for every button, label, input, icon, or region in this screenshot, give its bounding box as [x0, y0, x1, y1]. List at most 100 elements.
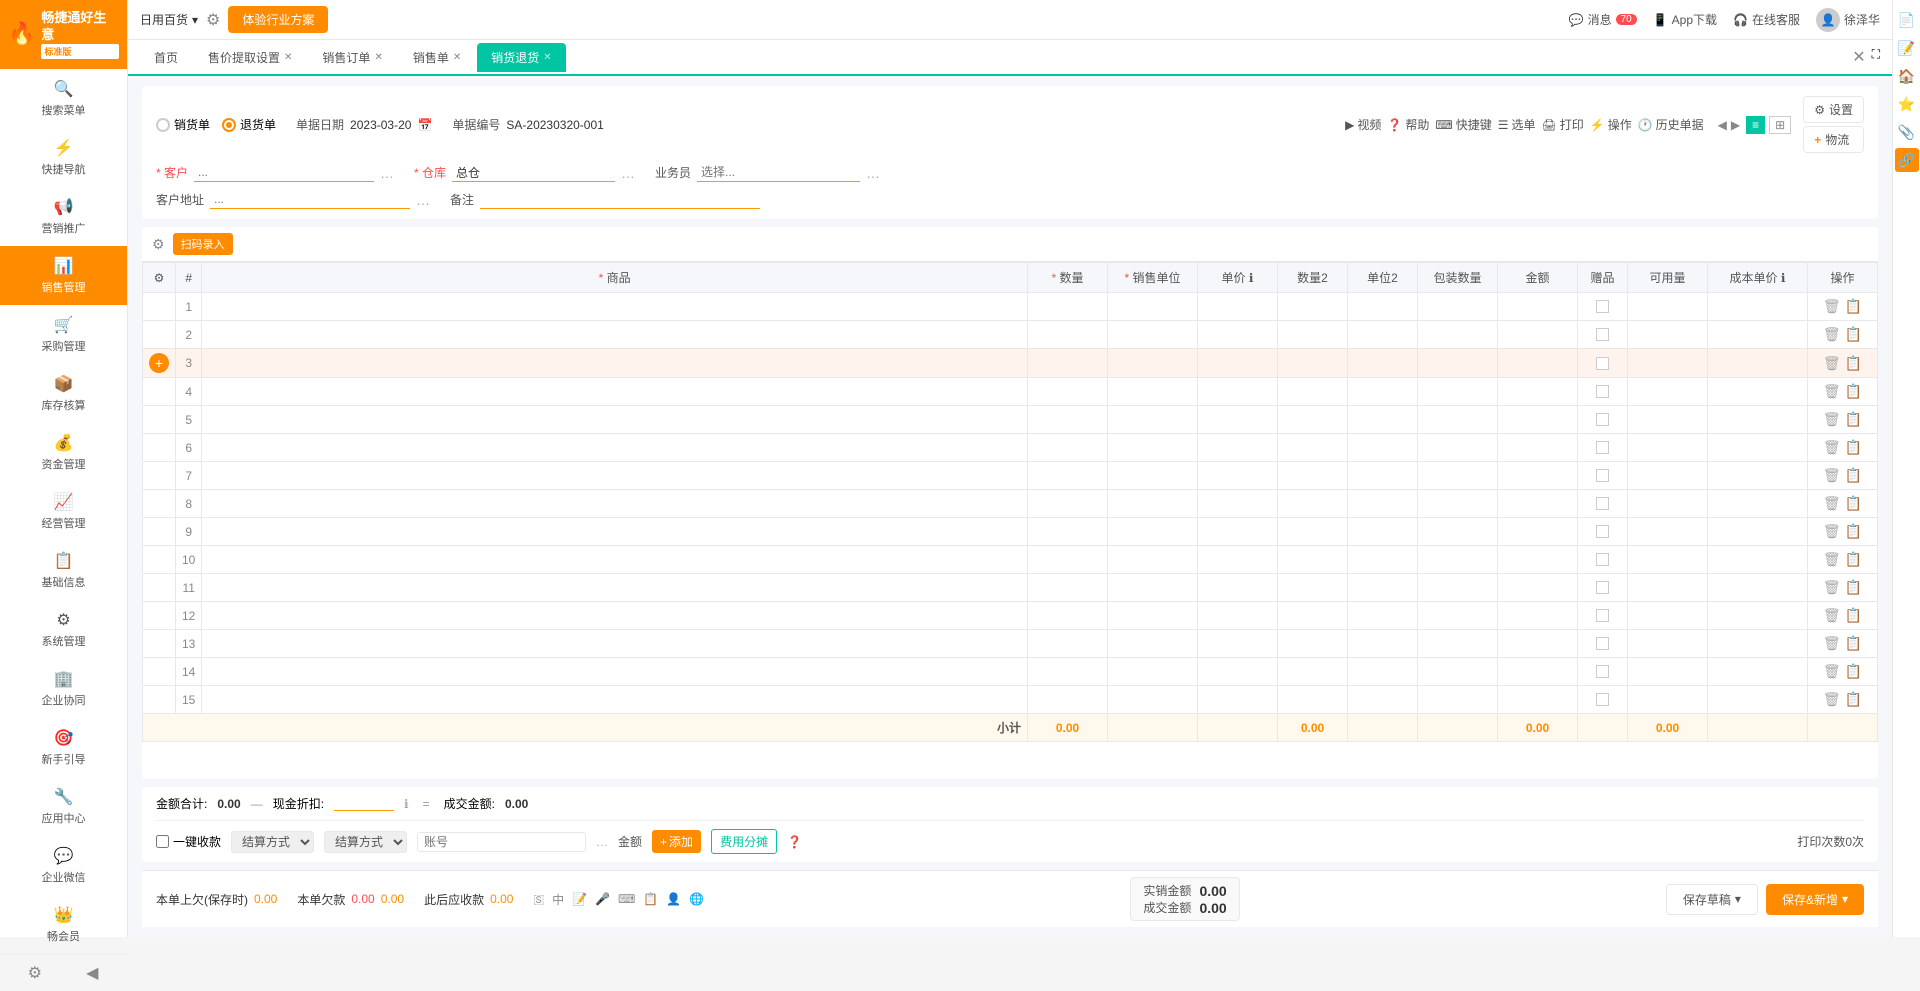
cell-qty2-3[interactable]: [1278, 349, 1348, 378]
row-copy-6[interactable]: 📋: [1845, 439, 1862, 456]
warehouse-input[interactable]: [452, 163, 615, 182]
gift-cb-14[interactable]: [1596, 665, 1609, 678]
cell-gift-14[interactable]: [1578, 658, 1628, 686]
cell-costprice-9[interactable]: [1708, 518, 1808, 546]
cell-available-2[interactable]: [1628, 321, 1708, 349]
row-copy-7[interactable]: 📋: [1845, 467, 1862, 484]
cell-gift-10[interactable]: [1578, 546, 1628, 574]
calendar-icon[interactable]: 📅: [417, 118, 432, 132]
cell-unit2-12[interactable]: [1348, 602, 1418, 630]
rp-doc-icon[interactable]: 📄: [1895, 8, 1919, 32]
sidebar-item-apps[interactable]: 🔧 应用中心: [0, 777, 127, 836]
topbar-settings-icon[interactable]: ⚙: [206, 10, 220, 30]
cell-available-7[interactable]: [1628, 462, 1708, 490]
cell-product-6[interactable]: [202, 434, 1028, 462]
row-copy-11[interactable]: 📋: [1845, 579, 1862, 596]
gift-cb-3[interactable]: [1596, 357, 1609, 370]
topbar-industry-selector[interactable]: 日用百货 ▾: [140, 11, 198, 28]
cell-product-5[interactable]: [202, 406, 1028, 434]
save-draft-btn[interactable]: 保存草稿 ▾: [1666, 884, 1758, 915]
salesperson-more-btn[interactable]: …: [866, 165, 880, 181]
cell-gift-9[interactable]: [1578, 518, 1628, 546]
tab-close-1[interactable]: ✕: [284, 52, 292, 63]
tabs-close-all-btn[interactable]: ✕: [1852, 47, 1865, 67]
cell-packqty-2[interactable]: [1418, 321, 1498, 349]
warehouse-more-btn[interactable]: …: [621, 165, 635, 181]
cell-product-9[interactable]: [202, 518, 1028, 546]
cell-price-7[interactable]: [1198, 462, 1278, 490]
one-click-cb[interactable]: [156, 835, 169, 848]
next-arrow[interactable]: ▶: [1731, 118, 1740, 132]
cell-available-15[interactable]: [1628, 686, 1708, 714]
tab-3[interactable]: 销售单✕: [399, 43, 475, 72]
cell-packqty-5[interactable]: [1418, 406, 1498, 434]
row-delete-5[interactable]: 🗑: [1823, 411, 1841, 428]
rp-note-icon[interactable]: 📝: [1895, 36, 1919, 60]
row-copy-4[interactable]: 📋: [1845, 383, 1862, 400]
cell-product-7[interactable]: [202, 462, 1028, 490]
customer-input[interactable]: [194, 163, 374, 182]
cell-packqty-13[interactable]: [1418, 630, 1498, 658]
cell-product-11[interactable]: [202, 574, 1028, 602]
cell-qty2-2[interactable]: [1278, 321, 1348, 349]
cell-gift-12[interactable]: [1578, 602, 1628, 630]
cell-qty-5[interactable]: [1028, 406, 1108, 434]
scan-input-btn[interactable]: 扫码录入: [173, 233, 233, 255]
cell-amount-2[interactable]: [1498, 321, 1578, 349]
cell-qty-10[interactable]: [1028, 546, 1108, 574]
cell-costprice-8[interactable]: [1708, 490, 1808, 518]
row-copy-3[interactable]: 📋: [1845, 355, 1862, 372]
sidebar-item-wechat[interactable]: 💬 企业微信: [0, 836, 127, 895]
tab-close-2[interactable]: ✕: [374, 52, 382, 63]
cell-gift-11[interactable]: [1578, 574, 1628, 602]
topbar-online-service[interactable]: 🎧 在线客服: [1733, 11, 1800, 28]
cell-costprice-5[interactable]: [1708, 406, 1808, 434]
cell-costprice-1[interactable]: [1708, 293, 1808, 321]
cell-price-6[interactable]: [1198, 434, 1278, 462]
tab-4[interactable]: 销货退货✕: [477, 43, 565, 72]
cell-amount-7[interactable]: [1498, 462, 1578, 490]
row-copy-2[interactable]: 📋: [1845, 326, 1862, 343]
cell-packqty-7[interactable]: [1418, 462, 1498, 490]
toolbar-history[interactable]: 🕐 历史单据: [1638, 116, 1704, 133]
topbar-app-download[interactable]: 📱 App下载: [1653, 11, 1717, 28]
cell-packqty-15[interactable]: [1418, 686, 1498, 714]
cell-qty-9[interactable]: [1028, 518, 1108, 546]
cell-qty2-6[interactable]: [1278, 434, 1348, 462]
topbar-messages[interactable]: 💬 消息 70: [1569, 11, 1637, 28]
cell-gift-7[interactable]: [1578, 462, 1628, 490]
gift-cb-15[interactable]: [1596, 693, 1609, 706]
cell-amount-15[interactable]: [1498, 686, 1578, 714]
radio-return-order[interactable]: 退货单: [222, 116, 276, 133]
cell-amount-6[interactable]: [1498, 434, 1578, 462]
cell-gift-6[interactable]: [1578, 434, 1628, 462]
cell-qty-8[interactable]: [1028, 490, 1108, 518]
cell-costprice-10[interactable]: [1708, 546, 1808, 574]
row-delete-14[interactable]: 🗑: [1823, 663, 1841, 680]
gift-cb-11[interactable]: [1596, 581, 1609, 594]
cell-unit2-1[interactable]: [1348, 293, 1418, 321]
cell-price-4[interactable]: [1198, 378, 1278, 406]
cell-unit-11[interactable]: [1108, 574, 1198, 602]
cell-unit2-15[interactable]: [1348, 686, 1418, 714]
cell-qty-2[interactable]: [1028, 321, 1108, 349]
gift-cb-8[interactable]: [1596, 497, 1609, 510]
cell-unit2-7[interactable]: [1348, 462, 1418, 490]
cell-unit2-11[interactable]: [1348, 574, 1418, 602]
cell-unit2-2[interactable]: [1348, 321, 1418, 349]
gift-cb-1[interactable]: [1596, 300, 1609, 313]
sidebar-collapse-btn[interactable]: ◀: [66, 963, 120, 983]
row-delete-3[interactable]: 🗑: [1823, 355, 1841, 372]
cell-costprice-15[interactable]: [1708, 686, 1808, 714]
cell-gift-13[interactable]: [1578, 630, 1628, 658]
row-copy-12[interactable]: 📋: [1845, 607, 1862, 624]
cell-costprice-7[interactable]: [1708, 462, 1808, 490]
row-delete-13[interactable]: 🗑: [1823, 635, 1841, 652]
cell-amount-5[interactable]: [1498, 406, 1578, 434]
save-new-btn[interactable]: 保存&新增 ▾: [1766, 884, 1864, 915]
cell-unit2-13[interactable]: [1348, 630, 1418, 658]
cell-qty2-15[interactable]: [1278, 686, 1348, 714]
row-copy-5[interactable]: 📋: [1845, 411, 1862, 428]
sidebar-item-newbie[interactable]: 🎯 新手引导: [0, 718, 127, 777]
cell-unit2-3[interactable]: [1348, 349, 1418, 378]
